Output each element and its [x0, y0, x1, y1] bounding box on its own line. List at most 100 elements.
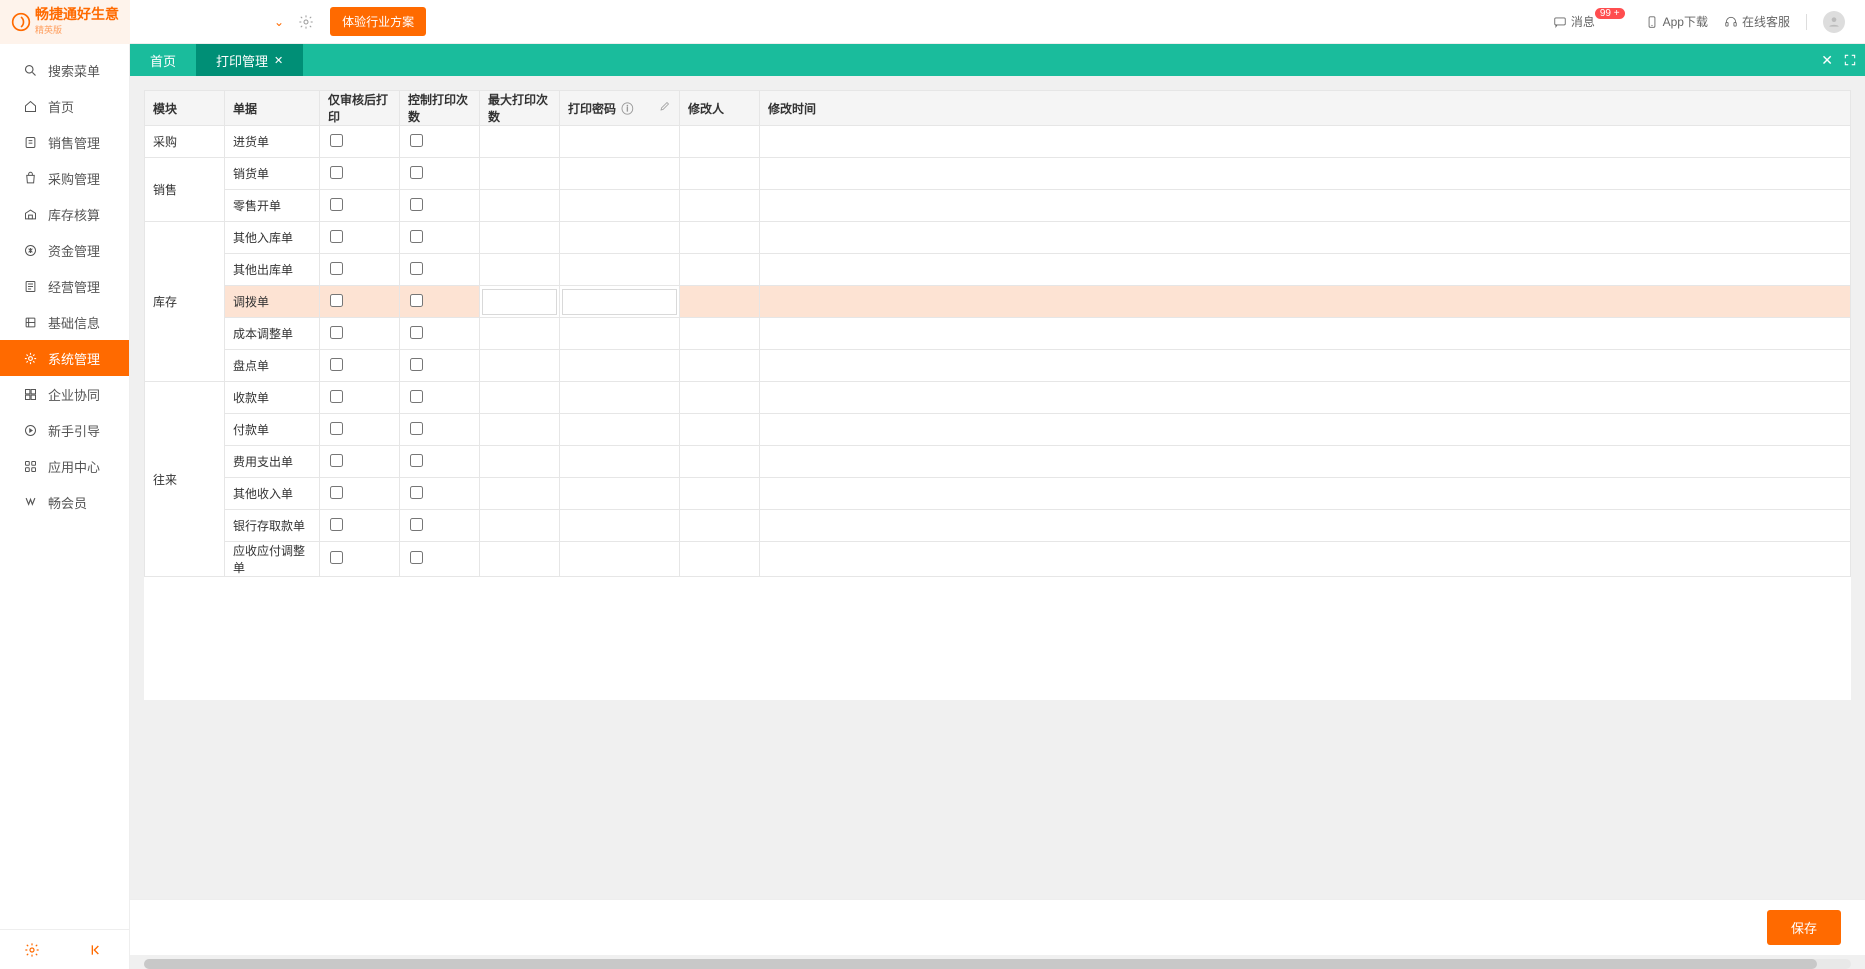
- table-row: 其他出库单: [145, 254, 1851, 286]
- messages-link[interactable]: 消息 99 +: [1553, 13, 1629, 30]
- max-count-cell[interactable]: [480, 126, 560, 158]
- sidebar-item-home[interactable]: 首页: [0, 88, 129, 124]
- tab-0[interactable]: 首页: [130, 44, 196, 76]
- password-cell[interactable]: [560, 510, 680, 542]
- max-count-cell[interactable]: [480, 158, 560, 190]
- module-cell: 库存: [145, 222, 225, 382]
- sidebar-item-guide[interactable]: 新手引导: [0, 412, 129, 448]
- audit-only-checkbox[interactable]: [330, 551, 343, 564]
- audit-only-checkbox[interactable]: [330, 390, 343, 403]
- password-cell[interactable]: [560, 478, 680, 510]
- password-cell[interactable]: [560, 126, 680, 158]
- audit-only-checkbox[interactable]: [330, 294, 343, 307]
- max-count-cell[interactable]: [480, 350, 560, 382]
- audit-only-checkbox[interactable]: [330, 134, 343, 147]
- org-selector[interactable]: ⌄: [130, 15, 284, 29]
- control-count-checkbox[interactable]: [410, 134, 423, 147]
- audit-only-checkbox[interactable]: [330, 358, 343, 371]
- modifier-cell: [680, 190, 760, 222]
- doc-cell: 收款单: [225, 382, 320, 414]
- app-download-link[interactable]: App下载: [1645, 13, 1708, 30]
- password-cell[interactable]: [560, 542, 680, 577]
- edit-icon[interactable]: [659, 100, 671, 112]
- control-count-checkbox[interactable]: [410, 422, 423, 435]
- password-cell[interactable]: [560, 254, 680, 286]
- sidebar-item-operation[interactable]: 经营管理: [0, 268, 129, 304]
- audit-only-checkbox[interactable]: [330, 422, 343, 435]
- scrollbar-thumb[interactable]: [144, 959, 1817, 969]
- sidebar-item-label: 资金管理: [48, 241, 100, 260]
- sidebar-item-inventory[interactable]: 库存核算: [0, 196, 129, 232]
- max-count-cell[interactable]: [480, 318, 560, 350]
- password-cell[interactable]: [560, 446, 680, 478]
- password-cell[interactable]: [560, 414, 680, 446]
- max-count-cell[interactable]: [480, 382, 560, 414]
- max-count-cell[interactable]: [480, 254, 560, 286]
- online-service-link[interactable]: 在线客服: [1724, 13, 1790, 30]
- password-cell[interactable]: [560, 190, 680, 222]
- control-count-checkbox[interactable]: [410, 230, 423, 243]
- collapse-icon[interactable]: [89, 942, 105, 958]
- control-count-checkbox[interactable]: [410, 326, 423, 339]
- password-cell[interactable]: [560, 158, 680, 190]
- control-count-checkbox[interactable]: [410, 198, 423, 211]
- audit-only-checkbox[interactable]: [330, 262, 343, 275]
- modified-at-cell: [760, 254, 1851, 286]
- modifier-cell: [680, 126, 760, 158]
- control-count-checkbox[interactable]: [410, 262, 423, 275]
- sidebar-item-purchase[interactable]: 采购管理: [0, 160, 129, 196]
- control-count-checkbox[interactable]: [410, 358, 423, 371]
- max-count-input[interactable]: [482, 289, 557, 315]
- audit-only-checkbox[interactable]: [330, 230, 343, 243]
- gear-icon[interactable]: [298, 14, 314, 30]
- control-count-checkbox[interactable]: [410, 486, 423, 499]
- sidebar-item-finance[interactable]: 资金管理: [0, 232, 129, 268]
- fullscreen-icon[interactable]: [1843, 53, 1857, 67]
- audit-only-checkbox[interactable]: [330, 486, 343, 499]
- user-menu[interactable]: [1823, 11, 1849, 33]
- th-module: 模块: [145, 91, 225, 126]
- close-all-tabs-icon[interactable]: ✕: [1821, 52, 1833, 69]
- sidebar-item-enterprise[interactable]: 企业协同: [0, 376, 129, 412]
- table-row: 费用支出单: [145, 446, 1851, 478]
- max-count-cell[interactable]: [480, 414, 560, 446]
- audit-only-checkbox[interactable]: [330, 518, 343, 531]
- tab-1[interactable]: 打印管理✕: [196, 44, 303, 76]
- password-input[interactable]: [562, 289, 677, 315]
- audit-only-checkbox[interactable]: [330, 198, 343, 211]
- save-button[interactable]: 保存: [1767, 910, 1841, 945]
- max-count-cell[interactable]: [480, 478, 560, 510]
- control-count-checkbox[interactable]: [410, 166, 423, 179]
- password-cell[interactable]: [560, 350, 680, 382]
- audit-only-checkbox[interactable]: [330, 454, 343, 467]
- sidebar-item-vip[interactable]: 畅会员: [0, 484, 129, 520]
- settings-icon[interactable]: [24, 942, 40, 958]
- sidebar-item-search[interactable]: 搜索菜单: [0, 52, 129, 88]
- control-count-checkbox[interactable]: [410, 294, 423, 307]
- sidebar-item-system[interactable]: 系统管理: [0, 340, 129, 376]
- audit-only-checkbox[interactable]: [330, 326, 343, 339]
- max-count-cell[interactable]: [480, 510, 560, 542]
- password-cell[interactable]: [560, 318, 680, 350]
- control-count-checkbox[interactable]: [410, 551, 423, 564]
- control-count-checkbox[interactable]: [410, 390, 423, 403]
- control-count-checkbox[interactable]: [410, 454, 423, 467]
- sidebar-item-apps[interactable]: 应用中心: [0, 448, 129, 484]
- control-count-checkbox[interactable]: [410, 518, 423, 531]
- help-icon[interactable]: ⓘ: [621, 102, 633, 116]
- horizontal-scrollbar[interactable]: [144, 959, 1851, 969]
- enterprise-icon: [22, 386, 38, 402]
- max-count-cell[interactable]: [480, 222, 560, 254]
- try-industry-button[interactable]: 体验行业方案: [330, 7, 426, 36]
- max-count-cell[interactable]: [480, 190, 560, 222]
- sidebar-item-basic[interactable]: 基础信息: [0, 304, 129, 340]
- modifier-cell: [680, 158, 760, 190]
- max-count-cell[interactable]: [480, 446, 560, 478]
- sidebar-item-sales[interactable]: 销售管理: [0, 124, 129, 160]
- close-icon[interactable]: ✕: [274, 54, 283, 67]
- password-cell[interactable]: [560, 382, 680, 414]
- max-count-cell[interactable]: [480, 542, 560, 577]
- password-cell[interactable]: [560, 222, 680, 254]
- table-row: 应收应付调整单: [145, 542, 1851, 577]
- audit-only-checkbox[interactable]: [330, 166, 343, 179]
